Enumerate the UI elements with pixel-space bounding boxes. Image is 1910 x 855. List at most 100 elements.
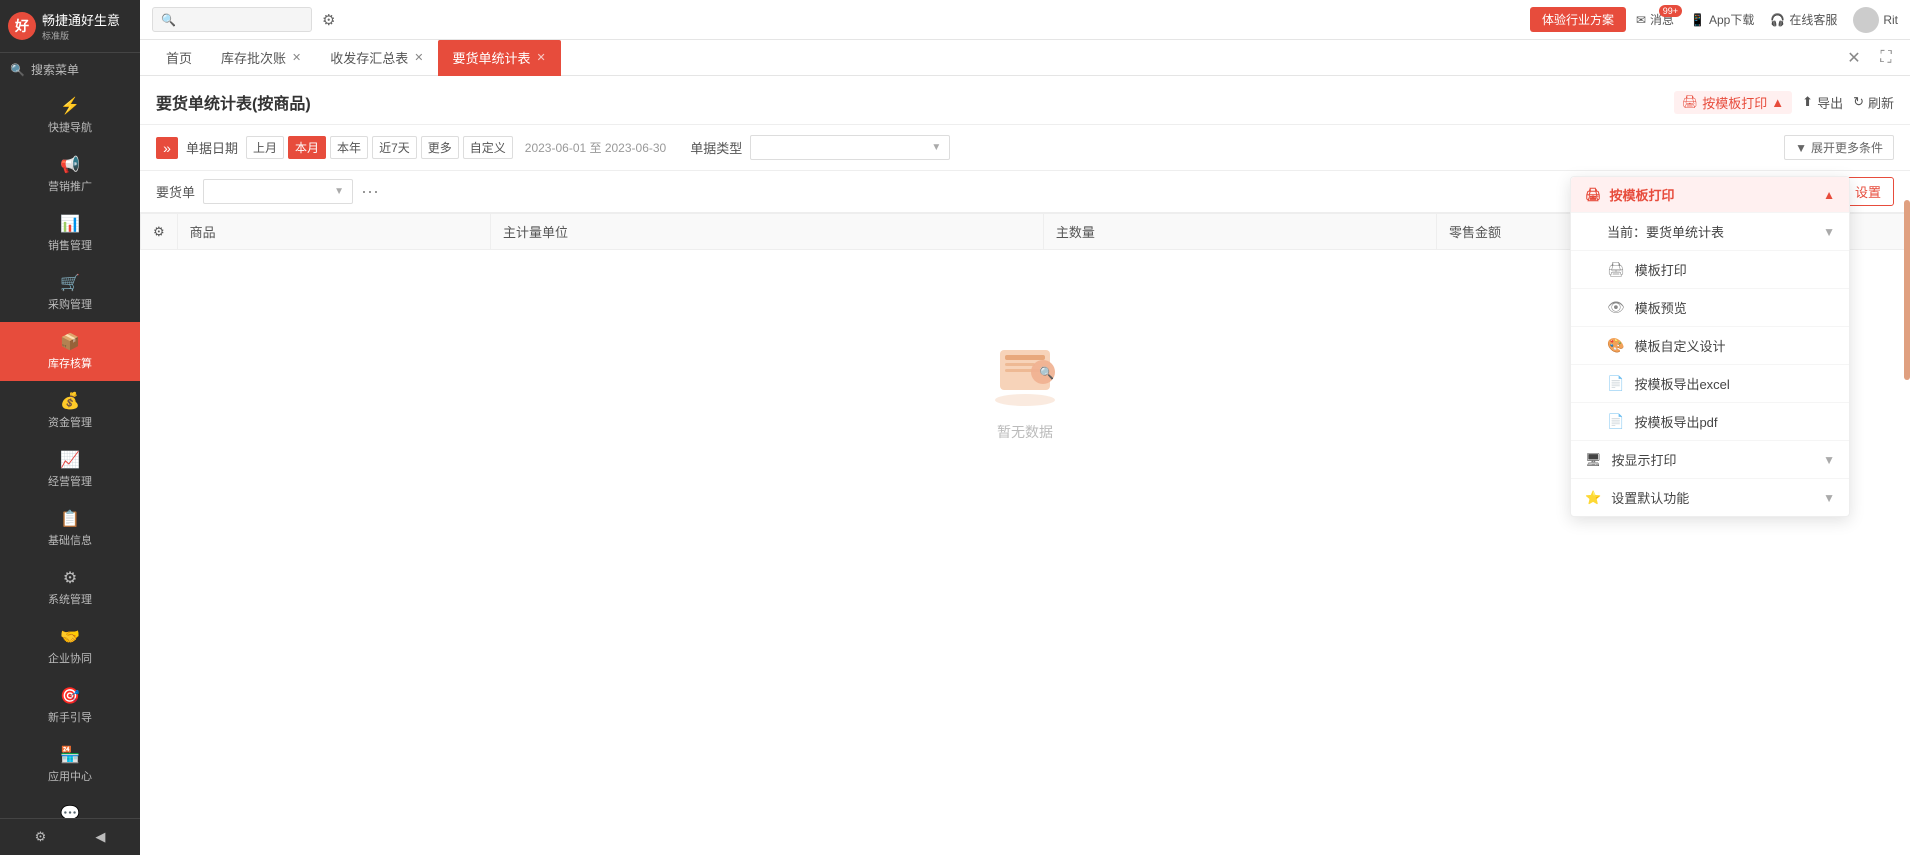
online-service-button[interactable]: 🎧 在线客服 [1770, 11, 1837, 28]
sidebar-item-sales[interactable]: 📊 销售管理 [0, 204, 140, 263]
set-default-label: 设置默认功能 [1611, 488, 1689, 507]
doc-type-arrow: ▼ [931, 142, 941, 153]
sidebar-item-system[interactable]: ⚙ 系统管理 [0, 558, 140, 617]
sidebar-item-purchase[interactable]: 🛒 采购管理 [0, 263, 140, 322]
filter-expand-button[interactable]: » [156, 137, 178, 159]
tab-batch-account[interactable]: 库存批次账 ✕ [207, 40, 316, 76]
date-more[interactable]: 更多 [421, 136, 459, 159]
table-col-quantity: 主数量 [1043, 214, 1436, 250]
sidebar-item-finance[interactable]: 💰 资金管理 [0, 381, 140, 440]
dropdown-item-template-custom[interactable]: 🎨 模板自定义设计 [1571, 326, 1849, 364]
filter-more: ▼ 展开更多条件 [1784, 135, 1894, 160]
tabs-bar: 首页 库存批次账 ✕ 收发存汇总表 ✕ 要货单统计表 ✕ ✕ ⛶ [140, 40, 1910, 76]
sidebar-search[interactable]: 🔍 搜索菜单 [0, 53, 140, 86]
date-prev-month[interactable]: 上月 [246, 136, 284, 159]
tab-order-stats-close[interactable]: ✕ [537, 51, 546, 64]
tab-order-stats[interactable]: 要货单统计表 ✕ [438, 40, 560, 76]
collab-icon: 🤝 [60, 627, 80, 647]
sidebar-item-basic[interactable]: 📋 基础信息 [0, 499, 140, 558]
dropdown-item-template-print[interactable]: 🖨 模板打印 [1571, 250, 1849, 288]
table-col-settings[interactable]: ⚙ [141, 214, 178, 250]
print-template-button[interactable]: 🖨 按模板打印 ▲ [1674, 91, 1792, 114]
tab-close-all-button[interactable]: ✕ [1842, 46, 1866, 70]
date-current-month[interactable]: 本月 [288, 136, 326, 159]
date-range-text: 2023-06-01 至 2023-06-30 [525, 139, 666, 156]
search-label: 搜索菜单 [31, 61, 79, 78]
user-avatar[interactable]: Rit [1853, 7, 1898, 33]
report-header: 要货单统计表(按商品) 🖨 按模板打印 ▲ ⬆ 导出 ↻ 刷新 [140, 76, 1910, 125]
export-pdf-label: 按模板导出pdf [1634, 412, 1717, 431]
set-default-left: ⭐ 设置默认功能 [1585, 488, 1689, 507]
date-custom[interactable]: 自定义 [463, 136, 513, 159]
tab-home[interactable]: 首页 [152, 40, 207, 76]
search-icon: 🔍 [10, 63, 25, 77]
dropdown-set-default[interactable]: ⭐ 设置默认功能 ▼ [1571, 478, 1849, 516]
dropdown-item-export-pdf[interactable]: 📄 按模板导出pdf [1571, 402, 1849, 440]
tab-maximize-button[interactable]: ⛶ [1874, 46, 1898, 70]
messages-icon: ✉ [1636, 13, 1646, 27]
sidebar-collapse-icon[interactable]: ◀ [95, 829, 105, 845]
tab-batch-account-close[interactable]: ✕ [292, 51, 301, 64]
finance-icon: 💰 [60, 391, 80, 411]
tab-collection-summary-label: 收发存汇总表 [330, 48, 408, 67]
purchase-label: 采购管理 [48, 296, 92, 312]
app-name: 畅捷通好生意 [42, 10, 120, 29]
sidebar-item-quick-nav[interactable]: ⚡ 快捷导航 [0, 86, 140, 145]
main-area: 🔍 ⚙ 体验行业方案 ✉ 消息 99+ 📱 App下载 🎧 在线客服 Rit [140, 0, 1910, 855]
more-options-button[interactable]: ··· [361, 181, 379, 202]
tab-order-stats-label: 要货单统计表 [452, 48, 530, 67]
sales-icon: 📊 [60, 214, 80, 234]
tab-collection-summary-close[interactable]: ✕ [414, 51, 423, 64]
service-label: 在线客服 [1789, 11, 1837, 28]
template-custom-label: 模板自定义设计 [1634, 336, 1725, 355]
marketing-label: 营销推广 [48, 178, 92, 194]
date-last-7-days[interactable]: 近7天 [372, 136, 417, 159]
dropdown-item-template-preview[interactable]: 👁 模板预览 [1571, 288, 1849, 326]
sidebar-item-operations[interactable]: 📈 经营管理 [0, 440, 140, 499]
dropdown-display-print[interactable]: 🖥 按显示打印 ▼ [1571, 440, 1849, 478]
expand-more-label: 展开更多条件 [1811, 139, 1883, 156]
topbar-gear-icon[interactable]: ⚙ [322, 11, 335, 29]
messages-button[interactable]: ✉ 消息 99+ [1636, 11, 1674, 28]
right-scrollbar[interactable] [1904, 200, 1910, 380]
app-download-button[interactable]: 📱 App下载 [1690, 11, 1754, 28]
finance-label: 资金管理 [48, 414, 92, 430]
report-actions: 🖨 按模板打印 ▲ ⬆ 导出 ↻ 刷新 [1674, 91, 1894, 114]
dropdown-header-left: 🖨 按模板打印 [1585, 185, 1675, 204]
doc-type-select[interactable]: ▼ [750, 135, 950, 160]
sidebar-item-marketing[interactable]: 📢 营销推广 [0, 145, 140, 204]
doc-type-label: 单据类型 [690, 138, 742, 157]
trial-button[interactable]: 体验行业方案 [1530, 7, 1626, 32]
set-default-icon: ⭐ [1585, 490, 1601, 506]
system-icon: ⚙ [63, 568, 77, 588]
dropdown-current-item[interactable]: 当前：要货单统计表 ▼ [1571, 212, 1849, 250]
print-dropdown-arrow: ▲ [1771, 95, 1784, 110]
sidebar-item-inventory[interactable]: 📦 库存核算 [0, 322, 140, 381]
topbar-search[interactable]: 🔍 [152, 7, 312, 32]
dropdown-collapse-icon[interactable]: ▲ [1823, 188, 1835, 202]
appstore-label: 应用中心 [48, 768, 92, 784]
sidebar-settings-icon[interactable]: ⚙ [35, 829, 47, 845]
sidebar-item-wechat[interactable]: 💬 企业微信 [0, 794, 140, 818]
guide-label: 新手引导 [48, 709, 92, 725]
sidebar-item-appstore[interactable]: 🏪 应用中心 [0, 735, 140, 794]
tab-collection-summary[interactable]: 收发存汇总表 ✕ [316, 40, 438, 76]
sidebar-item-guide[interactable]: 🎯 新手引导 [0, 676, 140, 735]
operations-icon: 📈 [60, 450, 80, 470]
goods-type-select[interactable]: ▼ [203, 179, 353, 204]
guide-icon: 🎯 [60, 686, 80, 706]
date-current-year[interactable]: 本年 [330, 136, 368, 159]
sidebar-item-collab[interactable]: 🤝 企业协同 [0, 617, 140, 676]
quick-nav-label: 快捷导航 [48, 119, 92, 135]
svg-text:🔍: 🔍 [1039, 365, 1054, 380]
dropdown-title-icon: 🖨 [1585, 187, 1602, 203]
refresh-button[interactable]: ↻ 刷新 [1853, 93, 1894, 112]
dropdown-header[interactable]: 🖨 按模板打印 ▲ [1571, 177, 1849, 212]
template-print-label: 模板打印 [1635, 260, 1687, 279]
display-print-left: 🖥 按显示打印 [1585, 450, 1677, 469]
export-button[interactable]: ⬆ 导出 [1802, 93, 1843, 112]
expand-more-button[interactable]: ▼ 展开更多条件 [1784, 135, 1894, 160]
export-icon: ⬆ [1802, 94, 1813, 110]
dropdown-item-export-excel[interactable]: 📄 按模板导出excel [1571, 364, 1849, 402]
topbar: 🔍 ⚙ 体验行业方案 ✉ 消息 99+ 📱 App下载 🎧 在线客服 Rit [140, 0, 1910, 40]
